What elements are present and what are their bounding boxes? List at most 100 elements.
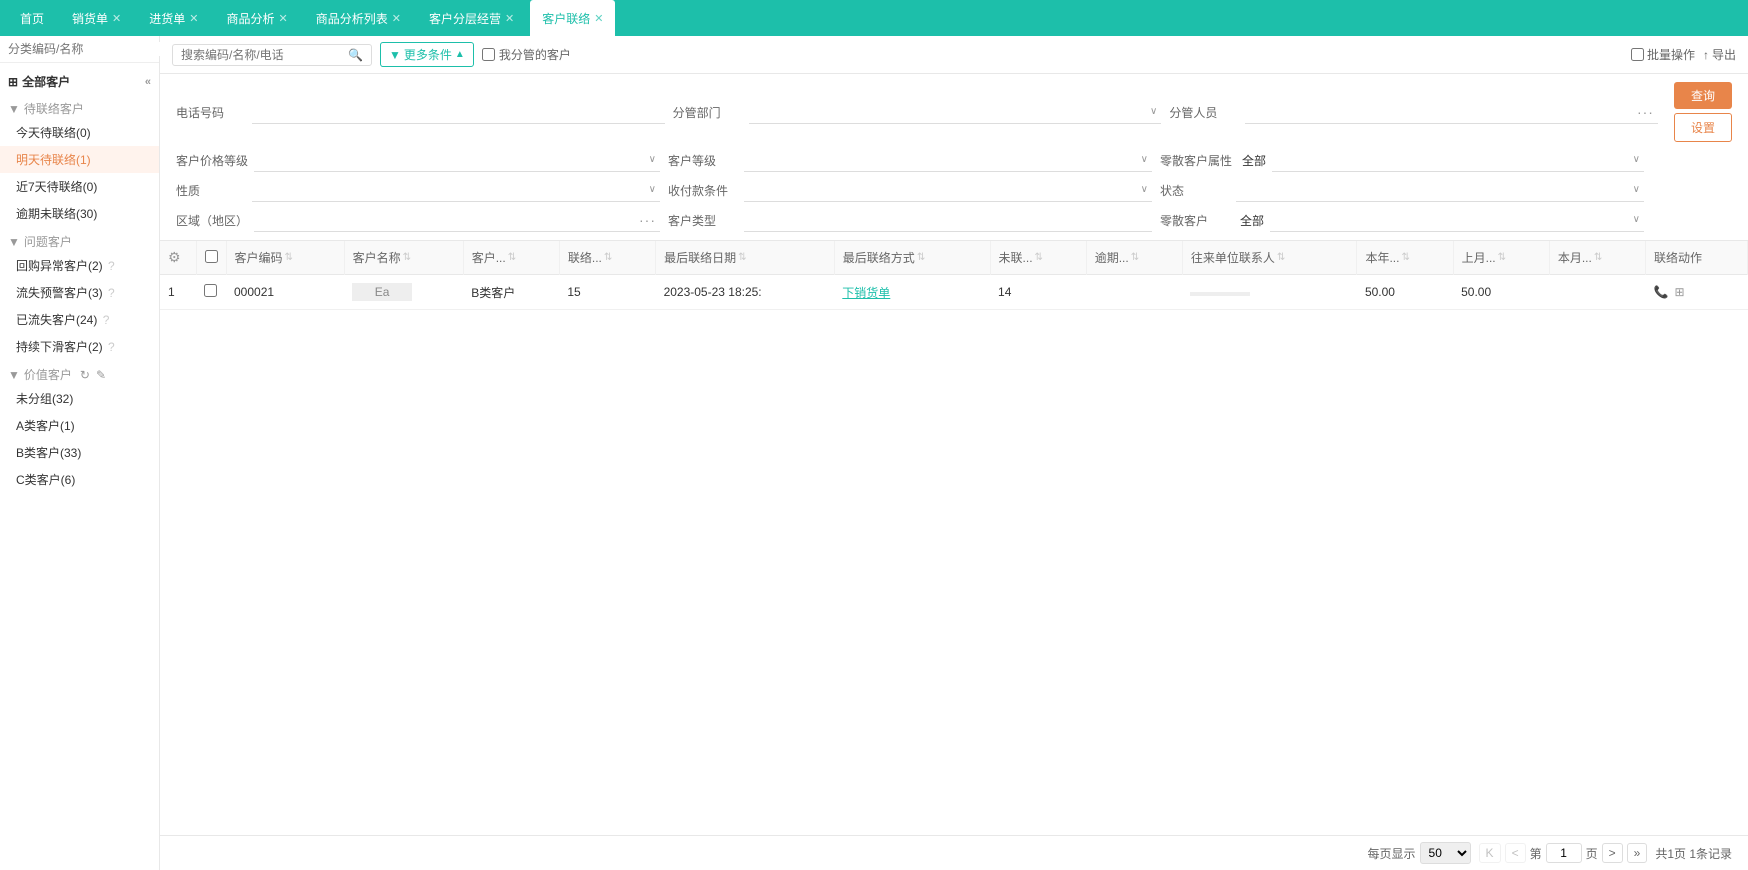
branch-person-input[interactable]: ··· [1245, 100, 1658, 124]
nav-customer-contact[interactable]: 客户联络 ✕ [530, 0, 615, 36]
sidebar-item-ungrouped[interactable]: 未分组(32) [0, 385, 159, 412]
refresh-icon[interactable]: ↻ [80, 368, 90, 382]
next-page-btn[interactable]: > [1602, 843, 1623, 863]
nav-customer-segmentation-close[interactable]: ✕ [505, 12, 514, 25]
sidebar-item-class-c[interactable]: C类客户(6) [0, 466, 159, 493]
first-page-btn[interactable]: K [1479, 843, 1501, 863]
th-last-contact-method[interactable]: 最后联络方式 ⇅ [834, 241, 990, 275]
problem-customers-arrow: ▼ [8, 235, 20, 249]
retail-attribute-select[interactable]: ∨ [1272, 148, 1644, 172]
sidebar-item-churned-customers[interactable]: 已流失客户(24) ? [0, 306, 159, 333]
nav-product-analysis-list[interactable]: 商品分析列表 ✕ [304, 0, 413, 36]
batch-ops-checkbox[interactable] [1631, 48, 1644, 61]
page-size-dropdown[interactable]: 50 10 20 100 [1420, 842, 1471, 864]
select-all-checkbox[interactable] [205, 250, 218, 263]
batch-ops-btn[interactable]: 批量操作 [1631, 46, 1695, 63]
customer-name-value: Ea [352, 283, 412, 301]
last-contact-method-value[interactable]: 下销货单 [842, 286, 890, 300]
th-last-month[interactable]: 上月... ⇅ [1453, 241, 1549, 275]
problem-customers-section[interactable]: ▼ 问题客户 [0, 227, 159, 252]
customer-type-sort-icon: ⇅ [508, 252, 516, 263]
td-uncontacted: 14 [990, 275, 1086, 310]
nav-purchase-order-close[interactable]: ✕ [189, 12, 198, 25]
sidebar-item-today-contact[interactable]: 今天待联络(0) [0, 119, 159, 146]
last-page-btn[interactable]: » [1627, 843, 1648, 863]
prev-page-btn[interactable]: < [1505, 843, 1526, 863]
my-customers-toggle[interactable]: 我分管的客户 [482, 46, 571, 63]
nav-product-analysis[interactable]: 商品分析 ✕ [214, 0, 299, 36]
sidebar-item-overdue-contact[interactable]: 逾期未联络(30) [0, 200, 159, 227]
sidebar-item-7days-contact[interactable]: 近7天待联络(0) [0, 173, 159, 200]
customer-level-select[interactable]: ∨ [744, 148, 1152, 172]
branch-dept-select[interactable]: ∨ [749, 100, 1162, 124]
retail-customer-select[interactable]: ∨ [1270, 208, 1644, 232]
search-icon[interactable]: 🔍 [348, 48, 363, 62]
th-customer-name[interactable]: 客户名称 ⇅ [344, 241, 463, 275]
sidebar-search-input[interactable] [8, 42, 163, 56]
th-customer-code[interactable]: 客户编码 ⇅ [226, 241, 344, 275]
pending-contact-section[interactable]: ▼ 待联络客户 [0, 94, 159, 119]
nav-product-analysis-close[interactable]: ✕ [279, 12, 288, 25]
th-unit-contact-person[interactable]: 往来单位联系人 ⇅ [1182, 241, 1357, 275]
th-uncontacted-label: 未联... [999, 249, 1033, 266]
sidebar-item-tomorrow-contact[interactable]: 明天待联络(1) [0, 146, 159, 173]
payment-terms-select[interactable]: ∨ [744, 178, 1152, 202]
th-current-year[interactable]: 本年... ⇅ [1357, 241, 1453, 275]
nav-product-analysis-list-close[interactable]: ✕ [392, 12, 401, 25]
th-customer-type[interactable]: 客户... ⇅ [463, 241, 559, 275]
sidebar-item-class-a[interactable]: A类客户(1) [0, 412, 159, 439]
sidebar-item-declining-customers[interactable]: 持续下滑客户(2) ? [0, 333, 159, 360]
filter-row-1: 电话号码 分管部门 ∨ 分管人员 ··· 查询 设置 [176, 82, 1732, 142]
repurchase-abnormal-label: 回购异常客户(2) [16, 259, 103, 273]
current-year-sort-icon: ⇅ [1401, 252, 1409, 263]
nav-purchase-order[interactable]: 进货单 ✕ [137, 0, 210, 36]
sidebar-item-lost-customers[interactable]: 流失预警客户(3) ? [0, 279, 159, 306]
filter-row-3: 性质 ∨ 收付款条件 ∨ 状态 ∨ [176, 178, 1732, 202]
my-customers-checkbox[interactable] [482, 48, 495, 61]
current-page-input[interactable] [1546, 843, 1582, 863]
th-contact-count[interactable]: 联络... ⇅ [559, 241, 655, 275]
nav-sales-order[interactable]: 销货单 ✕ [60, 0, 133, 36]
sidebar-all-customers[interactable]: ⊞ 全部客户 « [0, 67, 159, 94]
phone-input[interactable] [252, 100, 665, 124]
nature-select[interactable]: ∨ [252, 178, 660, 202]
nav-home[interactable]: 首页 [8, 0, 56, 36]
more-conditions-btn[interactable]: ▼ 更多条件 ▲ [380, 42, 474, 67]
sidebar-item-repurchase-abnormal[interactable]: 回购异常客户(2) ? [0, 252, 159, 279]
th-uncontacted[interactable]: 未联... ⇅ [990, 241, 1086, 275]
row-checkbox[interactable] [204, 284, 217, 297]
query-button[interactable]: 查询 [1674, 82, 1732, 109]
customer-type-input[interactable] [744, 208, 1152, 232]
nav-customer-segmentation[interactable]: 客户分层经营 ✕ [417, 0, 526, 36]
td-checkbox [196, 275, 226, 310]
all-customers-label: 全部客户 [22, 73, 70, 90]
class-c-label: C类客户(6) [16, 473, 75, 487]
phone-action-icon[interactable]: 📞 [1654, 285, 1669, 299]
search-input[interactable] [181, 48, 344, 62]
nav-sales-order-close[interactable]: ✕ [112, 12, 121, 25]
export-btn[interactable]: ↑ 导出 [1703, 46, 1736, 63]
th-last-contact-date[interactable]: 最后联络日期 ⇅ [656, 241, 835, 275]
th-unit-contact-person-label: 往来单位联系人 [1191, 249, 1275, 266]
customer-price-level-select[interactable]: ∨ [254, 148, 660, 172]
sidebar-item-class-b[interactable]: B类客户(33) [0, 439, 159, 466]
qr-action-icon[interactable]: ⊞ [1674, 285, 1684, 299]
td-unit-contact-person [1182, 275, 1357, 310]
edit-icon[interactable]: ✎ [96, 368, 106, 382]
status-select[interactable]: ∨ [1236, 178, 1644, 202]
region-input[interactable]: ··· [254, 208, 660, 232]
settings-button[interactable]: 设置 [1674, 113, 1732, 142]
search-box: 🔍 [172, 44, 372, 66]
customer-level-label: 客户等级 [668, 152, 738, 169]
collapse-icon[interactable]: « [145, 76, 151, 88]
value-customers-section[interactable]: ▼ 价值客户 ↻ ✎ [0, 360, 159, 385]
filter-row-2: 客户价格等级 ∨ 客户等级 ∨ 零散客户属性 全部 ∨ [176, 148, 1732, 172]
gear-settings-icon[interactable]: ⚙ [168, 249, 181, 265]
th-current-month[interactable]: 本月... ⇅ [1549, 241, 1645, 275]
payment-terms-label: 收付款条件 [668, 182, 738, 199]
nav-customer-contact-close[interactable]: ✕ [594, 12, 603, 25]
filter-status: 状态 ∨ [1160, 178, 1644, 202]
filter-row-4: 区域（地区） ··· 客户类型 零散客户 全部 ∨ [176, 208, 1732, 232]
th-overdue[interactable]: 逾期... ⇅ [1086, 241, 1182, 275]
main-layout: 🔍 ⊞ 全部客户 « ▼ 待联络客户 今天待联络(0) 明天待联络(1) [0, 36, 1748, 870]
